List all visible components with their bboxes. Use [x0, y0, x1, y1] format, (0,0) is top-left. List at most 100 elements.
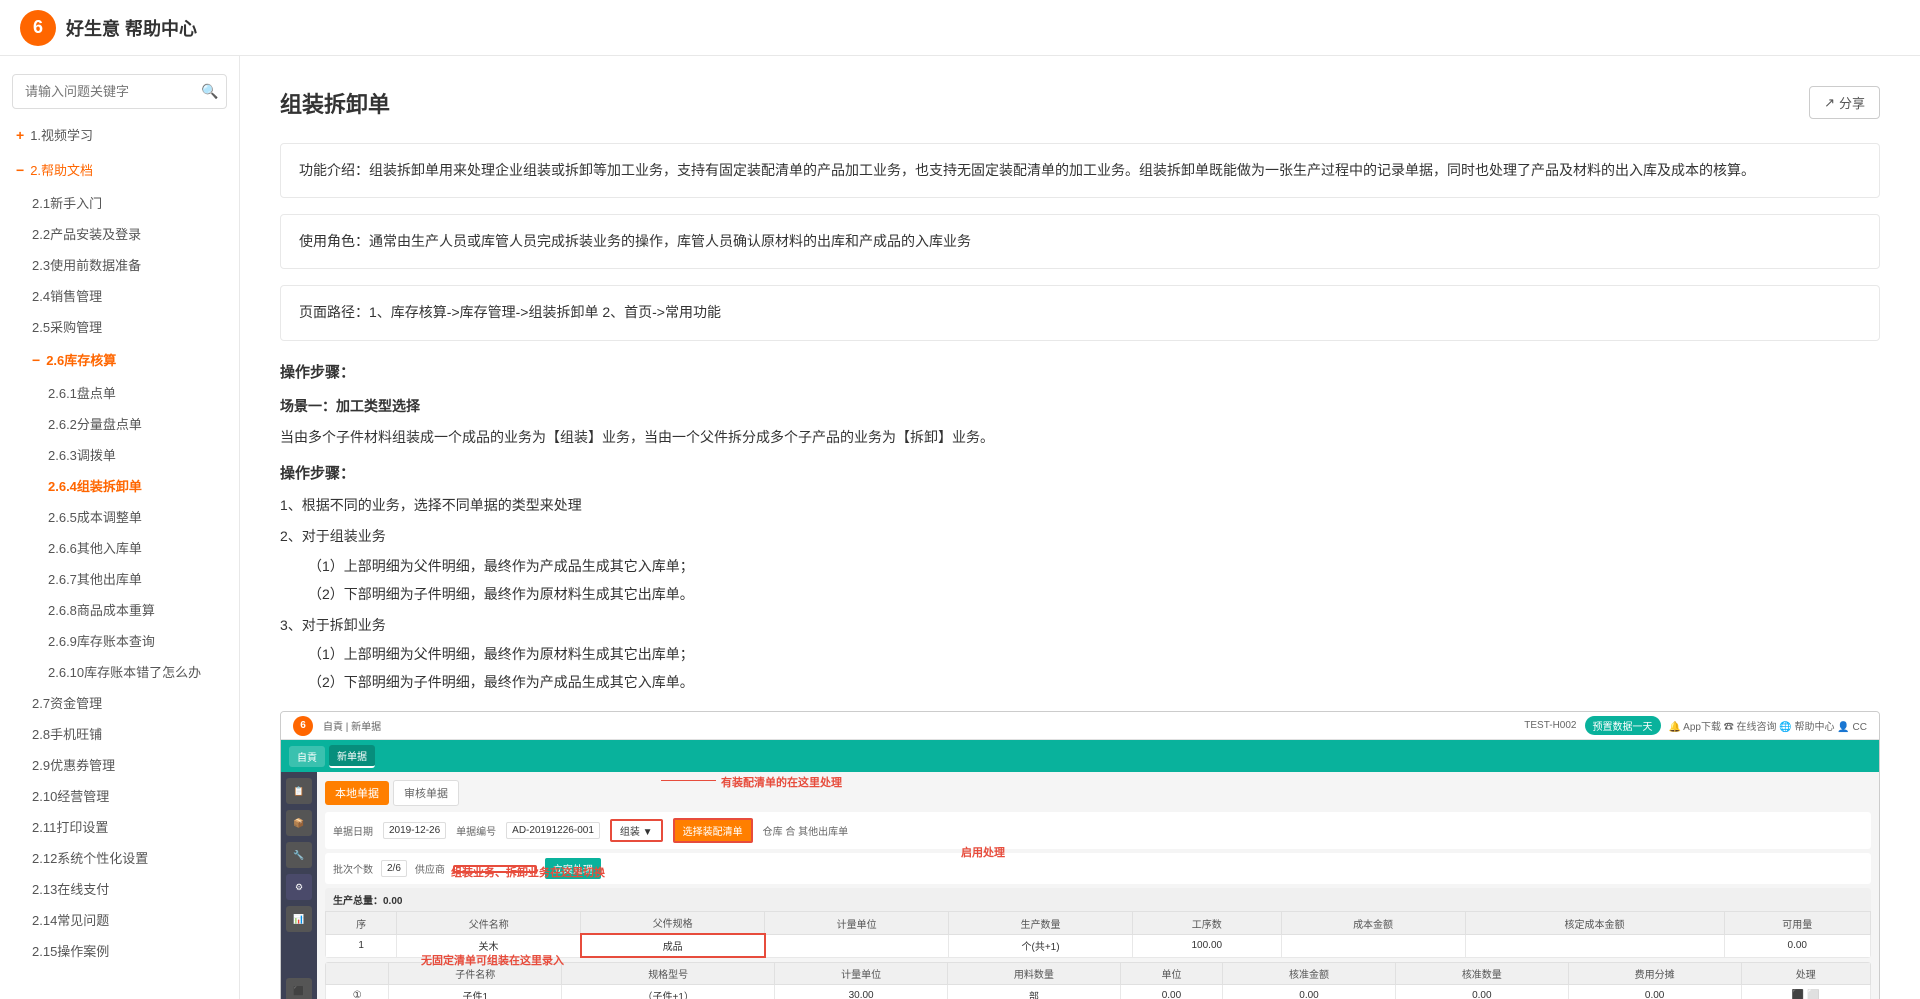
sim-docid-label: 单据编号	[456, 823, 496, 838]
sim-sidebar-icon-5: 📊	[286, 906, 312, 932]
sidebar-item-faq[interactable]: 2.14常见问题	[0, 904, 239, 935]
sim-th-avail: 可用量	[1724, 912, 1870, 935]
sidebar-item-other-out[interactable]: 2.6.7其他出库单	[0, 563, 239, 594]
sim-type-select[interactable]: 组装 ▼	[610, 819, 663, 842]
sim-tab-create[interactable]: 本地单据	[325, 781, 389, 805]
sidebar-item-assembly[interactable]: 2.6.4组装拆卸单	[0, 470, 239, 501]
sim-form-row-1: 单据日期 2019-12-26 单据编号 AD-20191226-001 组装 …	[325, 812, 1871, 849]
sidebar-item-finance[interactable]: 2.7资金管理	[0, 687, 239, 718]
sim-qty-label: 批次个数	[333, 861, 373, 876]
sim-sidebar-icon-6: ⬛	[286, 978, 312, 999]
operations-section: 操作步骤： 场景一：加工类型选择 当由多个子件材料组装成一个成品的业务为【组装】…	[280, 361, 1880, 696]
sim-child-th-alloc: 费用分摊	[1568, 963, 1741, 985]
sim-child-th-action: 处理	[1741, 963, 1870, 985]
sim-sidebar-icon-2: 📦	[286, 810, 312, 836]
sim-table-header-bar: 生产总量：0.00	[325, 888, 1871, 911]
sim-date-label: 单据日期	[333, 823, 373, 838]
sim-child-th-std-qty: 核准数量	[1395, 963, 1568, 985]
sidebar-item-ledger-fix[interactable]: 2.6.10库存账本错了怎么办	[0, 656, 239, 687]
sidebar-item-mobile[interactable]: 2.8手机旺铺	[0, 718, 239, 749]
step1: 1、根据不同的业务，选择不同单据的类型来处理	[280, 493, 1880, 518]
sidebar-item-cost-recalc[interactable]: 2.6.8商品成本重算	[0, 594, 239, 625]
sidebar-item-other-in[interactable]: 2.6.6其他入库单	[0, 532, 239, 563]
sim-confirm-btn[interactable]: 选择装配清单	[673, 818, 753, 843]
screenshot-wrapper: 6 自貢 | 新单据 TEST-H002 预置数据一天 🔔 App下载 ☎ 在线…	[281, 712, 1879, 999]
sim-sidebar-icon-1: 📋	[286, 778, 312, 804]
search-input[interactable]	[25, 84, 201, 99]
sidebar-item-docs[interactable]: − 2.帮助文档	[0, 152, 239, 187]
sim-preset-btn[interactable]: 预置数据一天	[1585, 716, 1661, 735]
sim-th-parent-name: 父件名称	[397, 912, 581, 935]
sim-logo: 6	[293, 716, 313, 736]
sim-child-th-std-amt: 核准金额	[1223, 963, 1396, 985]
func-intro-block: 功能介绍：组装拆卸单用来处理企业组装或拆卸等加工业务，支持有固定装配清单的产品加…	[280, 143, 1880, 198]
app-title: 好生意 帮助中心	[66, 15, 197, 41]
search-icon[interactable]: 🔍	[201, 83, 218, 100]
sim-enable-btn[interactable]: 立案处理	[545, 858, 601, 879]
sim-th-cost: 成本金额	[1281, 912, 1465, 935]
screenshot-container: 6 自貢 | 新单据 TEST-H002 预置数据一天 🔔 App下载 ☎ 在线…	[280, 711, 1880, 999]
sim-th-std-cost: 核定成本金额	[1465, 912, 1724, 935]
sidebar-item-coupon[interactable]: 2.9优惠券管理	[0, 749, 239, 780]
app-header: 6 好生意 帮助中心	[0, 0, 1920, 56]
share-button[interactable]: ↗ 分享	[1809, 86, 1880, 119]
sidebar-item-cases[interactable]: 2.15操作案例	[0, 935, 239, 966]
sidebar-item-inventory[interactable]: − 2.6库存核算	[0, 342, 239, 377]
search-box[interactable]: 🔍	[12, 74, 227, 109]
sidebar-item-data-prep[interactable]: 2.3使用前数据准备	[0, 249, 239, 280]
steps-title: 操作步骤：	[280, 462, 1880, 483]
sim-date-input[interactable]: 2019-12-26	[383, 822, 446, 839]
sim-child-row-1: ① 子件1 （子件+1） 30.00 部 0.00 0.00 0.00	[326, 985, 1871, 999]
sim-nav-new-doc[interactable]: 新单据	[329, 745, 375, 768]
sidebar-item-sales[interactable]: 2.4销售管理	[0, 280, 239, 311]
sidebar: 🔍 + 1.视频学习 − 2.帮助文档 2.1新手入门 2.2产品安装及登录 2…	[0, 56, 240, 999]
sim-child-th-name: 子件名称	[389, 963, 562, 985]
sim-child-th-unit2: 单位	[1120, 963, 1222, 985]
sim-child-th-spec: 规格型号	[562, 963, 775, 985]
path-intro-block: 页面路径：1、库存核算->库存管理->组装拆卸单 2、首页->常用功能	[280, 285, 1880, 340]
sidebar-item-biz-mgmt[interactable]: 2.10经营管理	[0, 780, 239, 811]
sim-sidebar-icon-3: 🔧	[286, 842, 312, 868]
step2: 2、对于组装业务	[280, 524, 1880, 549]
sim-tab-online[interactable]: 审核单据	[393, 780, 459, 806]
sidebar-item-personalize[interactable]: 2.12系统个性化设置	[0, 842, 239, 873]
sim-docid-input[interactable]: AD-20191226-001	[506, 822, 600, 839]
sim-supplier-input[interactable]	[453, 865, 537, 873]
sim-screen: 6 自貢 | 新单据 TEST-H002 预置数据一天 🔔 App下载 ☎ 在线…	[281, 712, 1879, 999]
sim-th-prod-qty: 生产数量	[949, 912, 1133, 935]
sim-th-parent-spec: 父件规格	[581, 912, 765, 935]
sim-parent-cell-edit[interactable]: 成品	[581, 934, 765, 957]
sidebar-item-transfer[interactable]: 2.6.3调拨单	[0, 439, 239, 470]
expand-icon: +	[16, 127, 24, 143]
step3: 3、对于拆卸业务	[280, 613, 1880, 638]
scene1-title: 场景一：加工类型选择	[280, 396, 1880, 416]
sim-store-id: TEST-H002	[1524, 720, 1576, 731]
sidebar-item-purchase[interactable]: 2.5采购管理	[0, 311, 239, 342]
sidebar-item-video[interactable]: + 1.视频学习	[0, 117, 239, 152]
sim-nav-home[interactable]: 自貢	[289, 746, 325, 767]
step3-sub2: （2）下部明细为子件明细，最终作为产成品生成其它入库单。	[280, 670, 1880, 695]
sim-child-th-qty: 用料数量	[948, 963, 1121, 985]
sim-th-unit: 计量单位	[765, 912, 949, 935]
sim-content-area: 📋 📦 🔧 ⚙ 📊 ⬛ ⬛ 本地单据	[281, 772, 1879, 999]
sim-top-nav-items: 🔔 App下载 ☎ 在线咨询 🌐 帮助中心 👤 CC	[1669, 718, 1868, 733]
sim-sidebar-icon-4[interactable]: ⚙	[286, 874, 312, 900]
sidebar-item-cost-adjust[interactable]: 2.6.5成本调整单	[0, 501, 239, 532]
sim-top-breadcrumb: 自貢 | 新单据	[323, 718, 381, 733]
sidebar-item-ledger-query[interactable]: 2.6.9库存账本查询	[0, 625, 239, 656]
sim-parent-row-1: 1 关木 成品 个(共+1) 100.00	[326, 934, 1871, 957]
sim-supplier-label: 供应商	[415, 861, 445, 876]
sim-left-sidebar: 📋 📦 🔧 ⚙ 📊 ⬛ ⬛	[281, 772, 317, 999]
sim-module-nav: 自貢 新单据	[281, 740, 1879, 772]
sim-child-th-unit: 计量单位	[775, 963, 948, 985]
sim-th-seq: 序	[326, 912, 397, 935]
sim-child-table-container: 子件名称 规格型号 计量单位 用料数量 单位 核准金额 核准数量 费用分摊	[325, 962, 1871, 999]
sidebar-item-new-user[interactable]: 2.1新手入门	[0, 187, 239, 218]
sidebar-item-partial-stocktake[interactable]: 2.6.2分量盘点单	[0, 408, 239, 439]
sidebar-item-print[interactable]: 2.11打印设置	[0, 811, 239, 842]
sim-qty-input[interactable]: 2/6	[381, 860, 407, 877]
sidebar-item-install[interactable]: 2.2产品安装及登录	[0, 218, 239, 249]
sidebar-item-stocktake[interactable]: 2.6.1盘点单	[0, 377, 239, 408]
sidebar-item-online-pay[interactable]: 2.13在线支付	[0, 873, 239, 904]
sim-parent-table: 序 父件名称 父件规格 计量单位 生产数量 工序数 成本金额 核定成本金额	[325, 911, 1871, 958]
